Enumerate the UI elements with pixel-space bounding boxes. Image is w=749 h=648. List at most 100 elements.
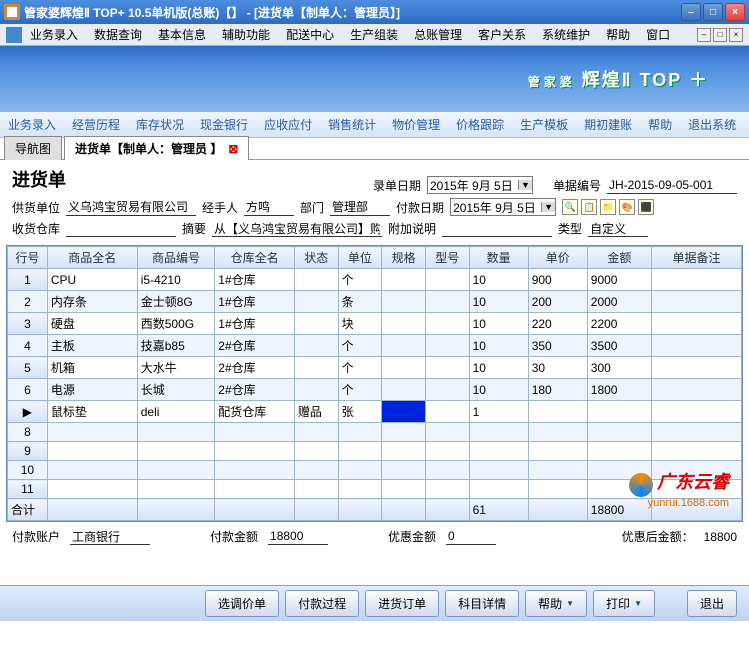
grid-cell[interactable] bbox=[425, 401, 469, 423]
mdi-restore[interactable]: □ bbox=[713, 28, 727, 42]
row-number[interactable]: 2 bbox=[8, 291, 48, 313]
grid-cell[interactable] bbox=[425, 269, 469, 291]
pay-account-field[interactable] bbox=[70, 528, 150, 545]
handler-field[interactable] bbox=[244, 199, 294, 216]
grid-cell[interactable] bbox=[528, 480, 587, 499]
grid-cell[interactable]: 1#仓库 bbox=[215, 269, 295, 291]
summary-field[interactable] bbox=[212, 220, 382, 237]
grid-cell[interactable] bbox=[528, 401, 587, 423]
toolbtn-应收应付[interactable]: 应收应付 bbox=[256, 116, 320, 133]
grid-cell[interactable] bbox=[47, 423, 137, 442]
pay-amount-field[interactable] bbox=[268, 528, 328, 545]
grid-cell[interactable]: 块 bbox=[338, 313, 382, 335]
grid-cell[interactable] bbox=[651, 269, 741, 291]
grid-cell[interactable] bbox=[294, 379, 338, 401]
row-number[interactable]: 10 bbox=[8, 461, 48, 480]
row-number[interactable]: 8 bbox=[8, 423, 48, 442]
toolbtn-库存状况[interactable]: 库存状况 bbox=[128, 116, 192, 133]
menu-总账管理[interactable]: 总账管理 bbox=[406, 26, 470, 44]
col-header[interactable]: 单位 bbox=[338, 247, 382, 269]
grid-cell[interactable]: 10 bbox=[469, 379, 528, 401]
grid-cell[interactable]: 赠品 bbox=[294, 401, 338, 423]
grid-cell[interactable] bbox=[338, 442, 382, 461]
row-number[interactable]: 11 bbox=[8, 480, 48, 499]
menu-系统维护[interactable]: 系统维护 bbox=[534, 26, 598, 44]
grid-cell[interactable]: 大水牛 bbox=[137, 357, 215, 379]
grid-cell[interactable] bbox=[587, 461, 651, 480]
tab-close-icon[interactable]: ⊠ bbox=[228, 142, 238, 156]
grid-cell[interactable] bbox=[425, 379, 469, 401]
toolbtn-生产模板[interactable]: 生产模板 bbox=[512, 116, 576, 133]
grid-cell[interactable] bbox=[382, 313, 426, 335]
grid-cell[interactable] bbox=[294, 335, 338, 357]
grid-cell[interactable] bbox=[382, 442, 426, 461]
grid-cell[interactable] bbox=[587, 401, 651, 423]
tool-icon-5[interactable]: ⬛ bbox=[638, 199, 654, 215]
row-number[interactable]: 3 bbox=[8, 313, 48, 335]
grid-cell[interactable]: 机箱 bbox=[47, 357, 137, 379]
grid-cell[interactable] bbox=[651, 291, 741, 313]
col-header[interactable]: 数量 bbox=[469, 247, 528, 269]
grid-cell[interactable] bbox=[651, 313, 741, 335]
row-number[interactable]: 5 bbox=[8, 357, 48, 379]
grid-cell[interactable]: 30 bbox=[528, 357, 587, 379]
grid-cell[interactable]: 300 bbox=[587, 357, 651, 379]
type-field[interactable] bbox=[588, 220, 648, 237]
col-header[interactable]: 单价 bbox=[528, 247, 587, 269]
action-button[interactable]: 科目详情 bbox=[445, 590, 519, 617]
grid-cell[interactable]: 2000 bbox=[587, 291, 651, 313]
mdi-minimize[interactable]: – bbox=[697, 28, 711, 42]
grid-cell[interactable] bbox=[215, 423, 295, 442]
col-header[interactable]: 仓库全名 bbox=[215, 247, 295, 269]
grid-cell[interactable] bbox=[294, 461, 338, 480]
grid-cell[interactable]: 10 bbox=[469, 313, 528, 335]
toolbtn-经营历程[interactable]: 经营历程 bbox=[64, 116, 128, 133]
grid-cell[interactable] bbox=[651, 401, 741, 423]
grid-cell[interactable] bbox=[469, 442, 528, 461]
action-button[interactable]: 进货订单 bbox=[365, 590, 439, 617]
menu-业务录入[interactable]: 业务录入 bbox=[22, 26, 86, 44]
menu-窗口[interactable]: 窗口 bbox=[638, 26, 678, 44]
grid-cell[interactable] bbox=[651, 442, 741, 461]
grid-cell[interactable] bbox=[137, 442, 215, 461]
grid-cell[interactable]: 200 bbox=[528, 291, 587, 313]
grid-cell[interactable]: 10 bbox=[469, 291, 528, 313]
tool-icon-2[interactable]: 📋 bbox=[581, 199, 597, 215]
grid-cell[interactable] bbox=[382, 423, 426, 442]
discount-field[interactable] bbox=[446, 528, 496, 545]
grid-cell[interactable] bbox=[469, 423, 528, 442]
toolbtn-期初建账[interactable]: 期初建账 bbox=[576, 116, 640, 133]
grid-cell[interactable]: 电源 bbox=[47, 379, 137, 401]
action-button[interactable]: 帮助▼ bbox=[525, 590, 587, 617]
menu-辅助功能[interactable]: 辅助功能 bbox=[214, 26, 278, 44]
grid-cell[interactable]: 鼠标垫 bbox=[47, 401, 137, 423]
menu-配送中心[interactable]: 配送中心 bbox=[278, 26, 342, 44]
grid-cell[interactable]: 3500 bbox=[587, 335, 651, 357]
grid-cell[interactable] bbox=[528, 461, 587, 480]
toolbtn-销售统计[interactable]: 销售统计 bbox=[320, 116, 384, 133]
grid-cell[interactable] bbox=[382, 401, 426, 423]
minimize-button[interactable]: – bbox=[681, 3, 701, 21]
toolbtn-业务录入[interactable]: 业务录入 bbox=[0, 116, 64, 133]
grid-cell[interactable] bbox=[651, 379, 741, 401]
grid-cell[interactable] bbox=[47, 461, 137, 480]
grid-cell[interactable] bbox=[294, 291, 338, 313]
menu-基本信息[interactable]: 基本信息 bbox=[150, 26, 214, 44]
grid-cell[interactable] bbox=[382, 269, 426, 291]
grid-cell[interactable]: 2#仓库 bbox=[215, 357, 295, 379]
maximize-button[interactable]: □ bbox=[703, 3, 723, 21]
grid-cell[interactable]: 长城 bbox=[137, 379, 215, 401]
col-header[interactable]: 型号 bbox=[425, 247, 469, 269]
grid-cell[interactable]: 350 bbox=[528, 335, 587, 357]
grid-cell[interactable] bbox=[338, 461, 382, 480]
dept-field[interactable] bbox=[330, 199, 390, 216]
grid-cell[interactable] bbox=[425, 357, 469, 379]
grid-cell[interactable] bbox=[425, 335, 469, 357]
grid-cell[interactable]: 西数500G bbox=[137, 313, 215, 335]
grid-cell[interactable] bbox=[137, 423, 215, 442]
grid-cell[interactable]: 技嘉b85 bbox=[137, 335, 215, 357]
grid-cell[interactable] bbox=[425, 291, 469, 313]
grid-cell[interactable] bbox=[651, 461, 741, 480]
supplier-field[interactable] bbox=[66, 199, 196, 216]
grid-cell[interactable]: deli bbox=[137, 401, 215, 423]
